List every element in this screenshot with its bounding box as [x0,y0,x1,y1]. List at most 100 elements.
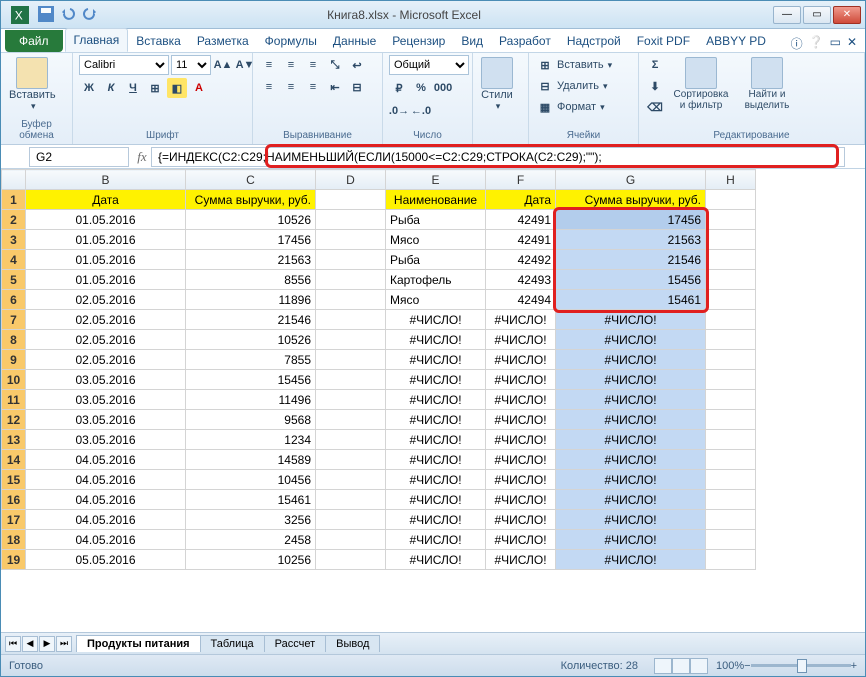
align-center-icon[interactable]: ≡ [281,77,301,97]
cell-B3[interactable]: 01.05.2016 [26,230,186,250]
header-cell[interactable] [706,190,756,210]
sheet-tab[interactable]: Вывод [325,635,380,652]
underline-button[interactable]: Ч [123,78,143,98]
insert-cells-button[interactable]: ⊞Вставить▾ [535,55,612,75]
cell-C8[interactable]: 10526 [186,330,316,350]
cell-B18[interactable]: 04.05.2016 [26,530,186,550]
cell-H19[interactable] [706,550,756,570]
cell-G2[interactable]: 17456 [556,210,706,230]
pagebreak-view-button[interactable] [690,658,708,674]
cell-C16[interactable]: 15461 [186,490,316,510]
align-middle-icon[interactable]: ≡ [281,55,301,75]
clear-icon[interactable]: ⌫ [645,97,665,117]
header-cell[interactable] [316,190,386,210]
cell-E11[interactable]: #ЧИСЛО! [386,390,486,410]
row-header[interactable]: 2 [2,210,26,230]
cell-G15[interactable]: #ЧИСЛО! [556,470,706,490]
cell-F12[interactable]: #ЧИСЛО! [486,410,556,430]
cell-G16[interactable]: #ЧИСЛО! [556,490,706,510]
orientation-icon[interactable]: ⤡ [325,55,345,75]
ribbon-tab-3[interactable]: Формулы [257,30,325,52]
cell-B17[interactable]: 04.05.2016 [26,510,186,530]
align-bottom-icon[interactable]: ≡ [303,55,323,75]
cell-E7[interactable]: #ЧИСЛО! [386,310,486,330]
cell-C13[interactable]: 1234 [186,430,316,450]
cell-F15[interactable]: #ЧИСЛО! [486,470,556,490]
save-icon[interactable] [38,6,54,22]
cell-H3[interactable] [706,230,756,250]
row-header[interactable]: 6 [2,290,26,310]
normal-view-button[interactable] [654,658,672,674]
sort-filter-button[interactable]: Сортировка и фильтр [669,55,733,113]
italic-button[interactable]: К [101,78,121,98]
cell-E2[interactable]: Рыба [386,210,486,230]
cell-D13[interactable] [316,430,386,450]
cell-B9[interactable]: 02.05.2016 [26,350,186,370]
cell-E4[interactable]: Рыба [386,250,486,270]
cell-C18[interactable]: 2458 [186,530,316,550]
indent-dec-icon[interactable]: ⇤ [325,77,345,97]
col-header-F[interactable]: F [486,170,556,190]
maximize-button[interactable]: ▭ [803,6,831,24]
redo-icon[interactable] [82,6,98,22]
fill-color-button[interactable]: ◧ [167,78,187,98]
cell-H7[interactable] [706,310,756,330]
cell-D2[interactable] [316,210,386,230]
cell-D19[interactable] [316,550,386,570]
increase-decimal-icon[interactable]: .0→ [389,101,409,121]
help-icon[interactable]: ❔ [809,35,824,52]
cell-B5[interactable]: 01.05.2016 [26,270,186,290]
formula-input[interactable]: {=ИНДЕКС(C2:C29;НАИМЕНЬШИЙ(ЕСЛИ(15000<=C… [151,147,845,167]
cell-B4[interactable]: 01.05.2016 [26,250,186,270]
row-header[interactable]: 14 [2,450,26,470]
cell-F8[interactable]: #ЧИСЛО! [486,330,556,350]
cell-H12[interactable] [706,410,756,430]
sheet-tab[interactable]: Таблица [200,635,265,652]
cell-D7[interactable] [316,310,386,330]
cell-H8[interactable] [706,330,756,350]
cell-G3[interactable]: 21563 [556,230,706,250]
cell-D16[interactable] [316,490,386,510]
cell-E19[interactable]: #ЧИСЛО! [386,550,486,570]
paste-button[interactable]: Вставить▾ [7,55,58,114]
row-header[interactable]: 5 [2,270,26,290]
pagelayout-view-button[interactable] [672,658,690,674]
row-header[interactable]: 1 [2,190,26,210]
name-box[interactable]: G2 [29,147,129,167]
cell-B8[interactable]: 02.05.2016 [26,330,186,350]
increase-font-icon[interactable]: A▲ [213,55,233,75]
row-header[interactable]: 8 [2,330,26,350]
cell-C6[interactable]: 11896 [186,290,316,310]
cell-E15[interactable]: #ЧИСЛО! [386,470,486,490]
find-select-button[interactable]: Найти и выделить [737,55,797,113]
cell-D17[interactable] [316,510,386,530]
cell-E16[interactable]: #ЧИСЛО! [386,490,486,510]
cell-D6[interactable] [316,290,386,310]
worksheet-grid[interactable]: BCDEFGH1ДатаСумма выручки, руб.Наименова… [1,169,865,632]
delete-cells-button[interactable]: ⊟Удалить▾ [535,76,608,96]
cell-H9[interactable] [706,350,756,370]
ribbon-tab-5[interactable]: Рецензир [384,30,453,52]
cell-H16[interactable] [706,490,756,510]
doc-close-icon[interactable]: ✕ [847,35,857,52]
cell-B11[interactable]: 03.05.2016 [26,390,186,410]
cell-D10[interactable] [316,370,386,390]
cell-G9[interactable]: #ЧИСЛО! [556,350,706,370]
ribbon-tab-6[interactable]: Вид [453,30,491,52]
align-left-icon[interactable]: ≡ [259,77,279,97]
border-button[interactable]: ⊞ [145,78,165,98]
font-size-select[interactable]: 11 [171,55,211,75]
bold-button[interactable]: Ж [79,78,99,98]
col-header-G[interactable]: G [556,170,706,190]
decrease-font-icon[interactable]: A▼ [235,55,255,75]
cell-C3[interactable]: 17456 [186,230,316,250]
header-cell[interactable]: Дата [26,190,186,210]
ribbon-tab-8[interactable]: Надстрой [559,30,629,52]
cell-E3[interactable]: Мясо [386,230,486,250]
cell-E14[interactable]: #ЧИСЛО! [386,450,486,470]
cell-C14[interactable]: 14589 [186,450,316,470]
cell-F10[interactable]: #ЧИСЛО! [486,370,556,390]
cell-F2[interactable]: 42491 [486,210,556,230]
col-header-H[interactable]: H [706,170,756,190]
cell-H17[interactable] [706,510,756,530]
